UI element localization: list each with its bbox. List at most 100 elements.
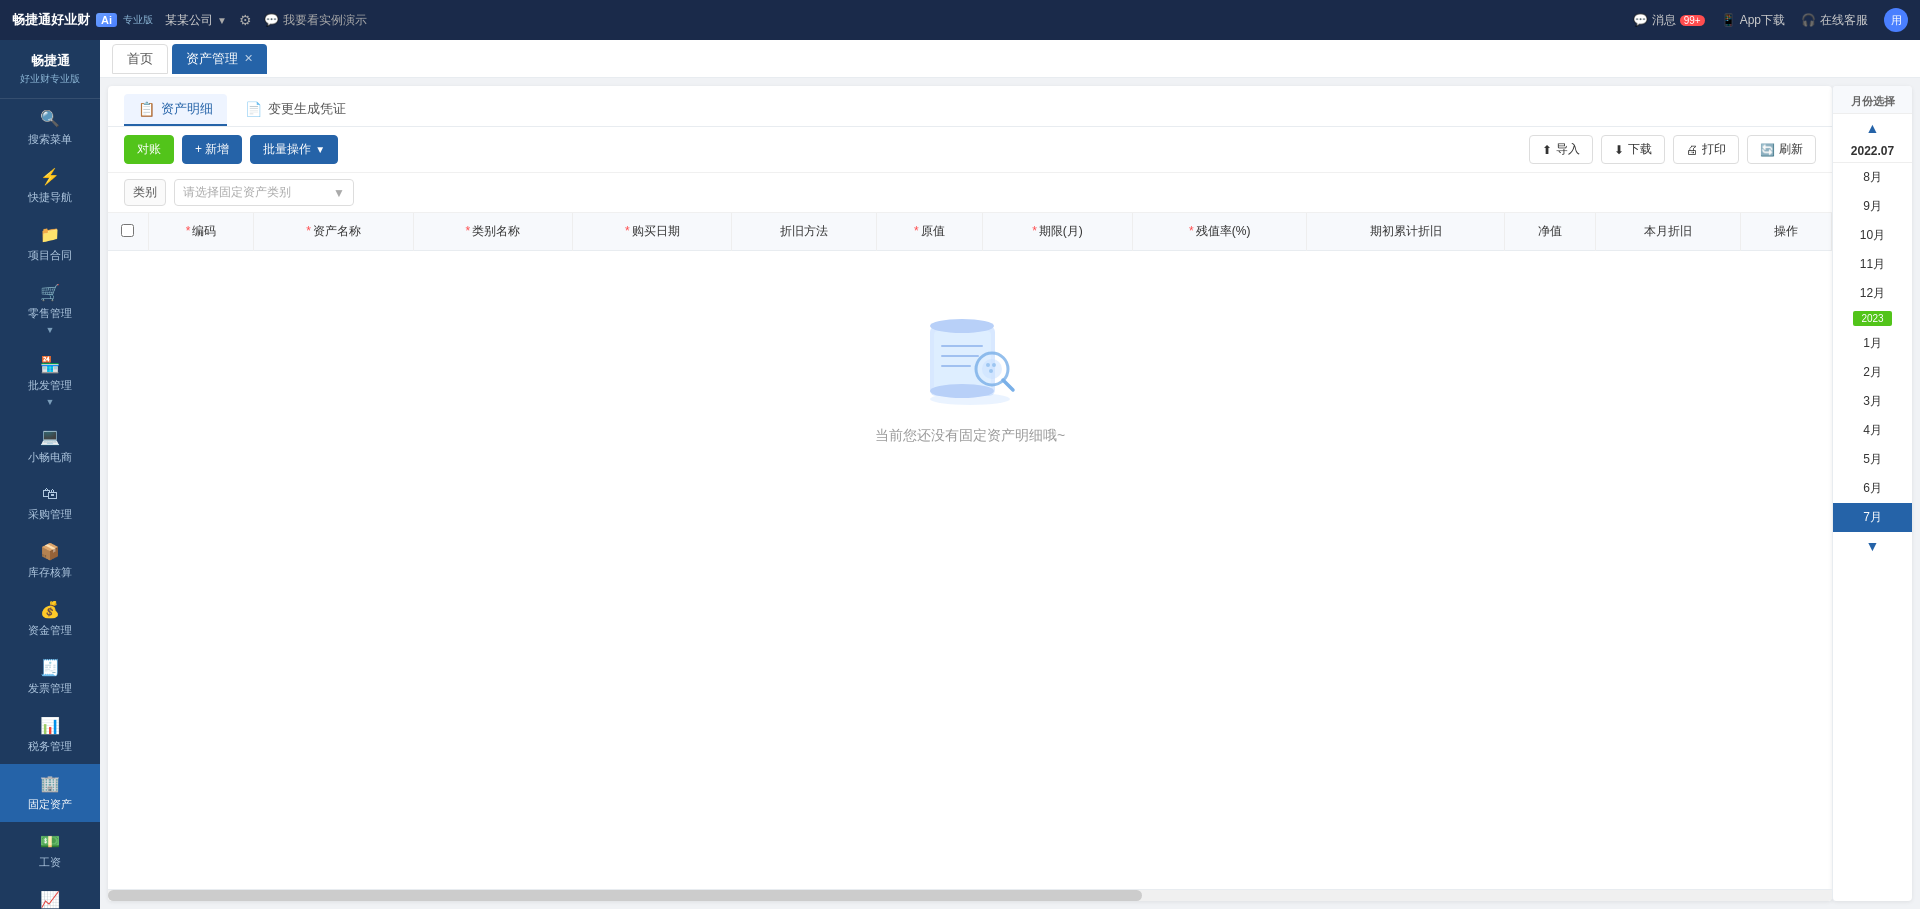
nav-icon: ⚡ (40, 167, 60, 186)
month-item-4[interactable]: 4月 (1833, 416, 1912, 445)
sidebar-sub: 好业财专业版 (8, 72, 92, 86)
chevron-down-icon: ▼ (217, 15, 227, 26)
content-area: 首页 资产管理 ✕ 📋 资产明细 📄 变更生成凭证 (100, 40, 1920, 909)
subtab-asset-detail[interactable]: 📋 资产明细 (124, 94, 227, 126)
chevron-down-icon: ▼ (333, 186, 345, 200)
import-button[interactable]: ⬆ 导入 (1529, 135, 1593, 164)
empty-illustration (910, 311, 1030, 411)
empty-message: 当前您还没有固定资产明细哦~ (875, 427, 1065, 445)
message-button[interactable]: 💬 消息 99+ (1633, 12, 1705, 29)
message-icon: 💬 (1633, 13, 1648, 27)
toolbar: 对账 + 新增 批量操作 ▼ ⬆ 导入 (108, 127, 1832, 173)
sidebar-item-salary[interactable]: 💵 工资 (0, 822, 100, 880)
svg-point-11 (986, 363, 990, 367)
asset-data-table: *编码 *资产名称 *类别名称 *购买日期 折旧方法 *原值 *期限(月) *残… (108, 213, 1832, 251)
month-item-5[interactable]: 5月 (1833, 445, 1912, 474)
sidebar-header: 畅捷通 好业财专业版 (0, 40, 100, 99)
add-button[interactable]: + 新增 (182, 135, 242, 164)
sidebar-item-invoice[interactable]: 🧾 发票管理 (0, 648, 100, 706)
search-icon: 🔍 (40, 109, 60, 128)
month-panel-title: 月份选择 (1833, 86, 1912, 114)
current-year-label: 2022.07 (1833, 142, 1912, 163)
tab-asset-mgmt[interactable]: 资产管理 ✕ (172, 44, 267, 74)
scrollbar-thumb[interactable] (108, 890, 1142, 901)
brand: 畅捷通好业财 Ai 专业版 (12, 11, 153, 29)
month-nav-down[interactable]: ▼ (1833, 532, 1912, 560)
sidebar-item-tax[interactable]: 📊 税务管理 (0, 706, 100, 764)
month-item-11[interactable]: 11月 (1833, 250, 1912, 279)
download-button[interactable]: ⬇ 下载 (1601, 135, 1665, 164)
tab-close-icon[interactable]: ✕ (244, 52, 253, 65)
svg-line-10 (1003, 380, 1013, 390)
chevron-down-icon: ▼ (46, 397, 55, 407)
month-item-2[interactable]: 2月 (1833, 358, 1912, 387)
tax-icon: 📊 (40, 716, 60, 735)
brand-title: 畅捷通好业财 (12, 11, 90, 29)
month-nav-up[interactable]: ▲ (1833, 114, 1912, 142)
month-nav-up-button[interactable]: ▲ (1860, 118, 1886, 138)
month-item-3[interactable]: 3月 (1833, 387, 1912, 416)
svg-point-12 (992, 363, 996, 367)
assets-icon: 🏢 (40, 774, 60, 793)
company-selector[interactable]: 某某公司 ▼ (165, 12, 227, 29)
settings-icon[interactable]: ⚙ (239, 12, 252, 28)
main-panel: 📋 资产明细 📄 变更生成凭证 对账 + 新增 (108, 86, 1832, 901)
top-bar-right: 💬 消息 99+ 📱 App下载 🎧 在线客服 用 (1633, 8, 1908, 32)
chevron-down-icon: ▼ (315, 144, 325, 155)
refresh-button[interactable]: 🔄 刷新 (1747, 135, 1816, 164)
demo-link[interactable]: 💬 我要看实例演示 (264, 12, 367, 29)
month-item-1[interactable]: 1月 (1833, 329, 1912, 358)
chevron-down-icon: ▼ (46, 325, 55, 335)
retail-icon: 🛒 (40, 283, 60, 302)
filter-row: 类别 请选择固定资产类别 ▼ (108, 173, 1832, 213)
month-item-9[interactable]: 9月 (1833, 192, 1912, 221)
empty-state: 当前您还没有固定资产明细哦~ (108, 251, 1832, 505)
refresh-icon: 🔄 (1760, 143, 1775, 157)
top-bar: 畅捷通好业财 Ai 专业版 某某公司 ▼ ⚙ 💬 我要看实例演示 💬 消息 99… (0, 0, 1920, 40)
month-item-10[interactable]: 10月 (1833, 221, 1912, 250)
add-label: + 新增 (195, 141, 229, 158)
toolbar-right: ⬆ 导入 ⬇ 下载 🖨 打印 🔄 刷新 (1529, 135, 1816, 164)
month-item-12[interactable]: 12月 (1833, 279, 1912, 308)
user-avatar[interactable]: 用 (1884, 8, 1908, 32)
horizontal-scrollbar[interactable] (108, 889, 1832, 901)
sidebar-item-quicknav[interactable]: ⚡ 快捷导航 (0, 157, 100, 215)
subtab-change-voucher[interactable]: 📄 变更生成凭证 (231, 94, 360, 126)
reconcile-label: 对账 (137, 141, 161, 158)
project-icon: 📁 (40, 225, 60, 244)
sidebar-item-search[interactable]: 🔍 搜索菜单 (0, 99, 100, 157)
select-all-checkbox[interactable] (121, 224, 134, 237)
sidebar-item-project[interactable]: 📁 项目合同 (0, 215, 100, 273)
headset-icon: 🎧 (1801, 13, 1816, 27)
sidebar: 畅捷通 好业财专业版 🔍 搜索菜单 ⚡ 快捷导航 📁 项目合同 🛒 零售管理 ▼… (0, 40, 100, 909)
user-name: 用 (1891, 13, 1902, 28)
sidebar-item-assets[interactable]: 🏢 固定资产 (0, 764, 100, 822)
filter-placeholder: 请选择固定资产类别 (183, 184, 291, 201)
reconcile-button[interactable]: 对账 (124, 135, 174, 164)
sidebar-item-finance[interactable]: 💰 资金管理 (0, 590, 100, 648)
sidebar-item-retail[interactable]: 🛒 零售管理 ▼ (0, 273, 100, 345)
batch-button[interactable]: 批量操作 ▼ (250, 135, 338, 164)
sidebar-brand: 畅捷通 (8, 52, 92, 70)
month-item-7-current[interactable]: 7月 (1833, 503, 1912, 532)
sidebar-item-operations[interactable]: 📈 经营管理 (0, 880, 100, 909)
sidebar-item-inventory[interactable]: 📦 库存核算 (0, 532, 100, 590)
sidebar-item-ecommerce[interactable]: 💻 小畅电商 (0, 417, 100, 475)
svg-point-4 (930, 384, 994, 398)
print-button[interactable]: 🖨 打印 (1673, 135, 1739, 164)
filter-category-select[interactable]: 请选择固定资产类别 ▼ (174, 179, 354, 206)
wholesale-icon: 🏪 (40, 355, 60, 374)
sidebar-item-wholesale[interactable]: 🏪 批发管理 ▼ (0, 345, 100, 417)
month-item-8[interactable]: 8月 (1833, 163, 1912, 192)
main-layout: 畅捷通 好业财专业版 🔍 搜索菜单 ⚡ 快捷导航 📁 项目合同 🛒 零售管理 ▼… (0, 40, 1920, 909)
svg-point-13 (989, 369, 993, 373)
month-nav-down-button[interactable]: ▼ (1860, 536, 1886, 556)
tab-home[interactable]: 首页 (112, 44, 168, 74)
month-item-6[interactable]: 6月 (1833, 474, 1912, 503)
download-icon: ⬇ (1614, 143, 1624, 157)
sidebar-item-purchase[interactable]: 🛍 采购管理 (0, 475, 100, 532)
page-body: 📋 资产明细 📄 变更生成凭证 对账 + 新增 (100, 78, 1920, 909)
online-service-button[interactable]: 🎧 在线客服 (1801, 12, 1868, 29)
app-download-button[interactable]: 📱 App下载 (1721, 12, 1785, 29)
sub-tabs: 📋 资产明细 📄 变更生成凭证 (108, 86, 1832, 127)
